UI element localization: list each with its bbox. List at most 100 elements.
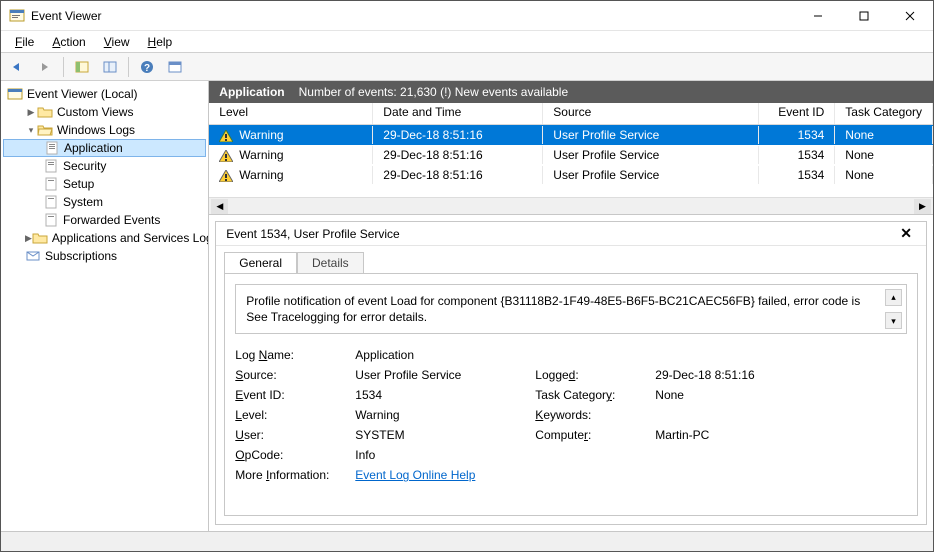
separator bbox=[63, 57, 64, 77]
warning-icon bbox=[219, 150, 233, 162]
label-logname: Log Name: bbox=[235, 348, 355, 362]
event-count: Number of events: 21,630 (!) New events … bbox=[299, 85, 569, 99]
event-properties: Log Name: Application Source: User Profi… bbox=[235, 348, 907, 482]
tree-application[interactable]: Application bbox=[3, 139, 206, 157]
horizontal-scrollbar[interactable]: ◀ ▶ bbox=[209, 197, 933, 214]
menu-file[interactable]: File bbox=[7, 33, 42, 51]
folder-icon bbox=[37, 104, 53, 120]
app-icon bbox=[9, 8, 25, 24]
value-taskcat: None bbox=[655, 388, 835, 402]
tab-general[interactable]: General bbox=[224, 252, 297, 273]
window-title: Event Viewer bbox=[31, 9, 795, 23]
col-eventid[interactable]: Event ID bbox=[759, 103, 835, 124]
log-icon bbox=[43, 194, 59, 210]
minimize-button[interactable] bbox=[795, 1, 841, 30]
grid-header: Level Date and Time Source Event ID Task… bbox=[209, 103, 933, 125]
close-button[interactable] bbox=[887, 1, 933, 30]
tree-setup[interactable]: Setup bbox=[3, 175, 206, 193]
log-icon bbox=[43, 158, 59, 174]
collapse-icon[interactable]: ▾ bbox=[25, 124, 37, 136]
folder-icon bbox=[32, 230, 48, 246]
value-opcode: Info bbox=[355, 448, 535, 462]
event-log-help-link[interactable]: Event Log Online Help bbox=[355, 468, 475, 482]
nav-tree[interactable]: Event Viewer (Local) ▶ Custom Views ▾ Wi… bbox=[1, 81, 209, 531]
tree-subscriptions[interactable]: Subscriptions bbox=[3, 247, 206, 265]
help-button[interactable]: ? bbox=[135, 56, 159, 78]
value-computer: Martin-PC bbox=[655, 428, 835, 442]
value-keywords bbox=[655, 408, 835, 422]
tab-details[interactable]: Details bbox=[297, 252, 364, 273]
tree-custom-views[interactable]: ▶ Custom Views bbox=[3, 103, 206, 121]
event-grid[interactable]: Level Date and Time Source Event ID Task… bbox=[209, 103, 933, 215]
tree-apps-services[interactable]: ▶ Applications and Services Logs bbox=[3, 229, 206, 247]
tree-label: System bbox=[63, 195, 103, 209]
label-opcode: OpCode: bbox=[235, 448, 355, 462]
label-moreinfo: More Information: bbox=[235, 468, 355, 482]
event-message: Profile notification of event Load for c… bbox=[235, 284, 907, 334]
tree-label: Setup bbox=[63, 177, 94, 191]
show-tree-button[interactable] bbox=[70, 56, 94, 78]
label-taskcat: Task Category: bbox=[535, 388, 655, 402]
table-row[interactable]: Warning 29-Dec-18 8:51:16 User Profile S… bbox=[209, 165, 933, 185]
detail-pane: Event 1534, User Profile Service ✕ Gener… bbox=[215, 221, 927, 525]
list-header-bar: Application Number of events: 21,630 (!)… bbox=[209, 81, 933, 103]
menu-view[interactable]: View bbox=[96, 33, 138, 51]
expand-icon[interactable]: ▶ bbox=[25, 106, 37, 118]
value-logged: 29-Dec-18 8:51:16 bbox=[655, 368, 835, 382]
log-icon bbox=[44, 140, 60, 156]
tree-label: Subscriptions bbox=[45, 249, 117, 263]
tree-label: Security bbox=[63, 159, 106, 173]
titlebar: Event Viewer bbox=[1, 1, 933, 31]
forward-button[interactable] bbox=[33, 56, 57, 78]
tree-system[interactable]: System bbox=[3, 193, 206, 211]
scroll-down-icon[interactable]: ▾ bbox=[885, 312, 902, 329]
scroll-up-icon[interactable]: ▴ bbox=[885, 289, 902, 306]
col-source[interactable]: Source bbox=[543, 103, 759, 124]
col-taskcat[interactable]: Task Category bbox=[835, 103, 933, 124]
warning-icon bbox=[219, 170, 233, 182]
properties-button[interactable] bbox=[98, 56, 122, 78]
back-button[interactable] bbox=[5, 56, 29, 78]
log-icon bbox=[43, 212, 59, 228]
table-row[interactable]: Warning 29-Dec-18 8:51:16 User Profile S… bbox=[209, 145, 933, 165]
expand-icon[interactable]: ▶ bbox=[25, 232, 32, 244]
tree-label: Windows Logs bbox=[57, 123, 135, 137]
label-computer: Computer: bbox=[535, 428, 655, 442]
menu-help[interactable]: Help bbox=[140, 33, 181, 51]
tree-label: Application bbox=[64, 141, 123, 155]
label-user: User: bbox=[235, 428, 355, 442]
warning-icon bbox=[219, 130, 233, 142]
value-eventid: 1534 bbox=[355, 388, 535, 402]
label-logged: Logged: bbox=[535, 368, 655, 382]
menu-action[interactable]: Action bbox=[44, 33, 93, 51]
maximize-button[interactable] bbox=[841, 1, 887, 30]
col-datetime[interactable]: Date and Time bbox=[373, 103, 543, 124]
tree-windows-logs[interactable]: ▾ Windows Logs bbox=[3, 121, 206, 139]
toolbar: ? bbox=[1, 53, 933, 81]
tree-security[interactable]: Security bbox=[3, 157, 206, 175]
list-header-title: Application bbox=[219, 85, 284, 99]
subscription-icon bbox=[25, 248, 41, 264]
log-icon bbox=[43, 176, 59, 192]
col-level[interactable]: Level bbox=[209, 103, 373, 124]
scroll-left-icon[interactable]: ◀ bbox=[211, 199, 228, 214]
tree-label: Event Viewer (Local) bbox=[27, 87, 138, 101]
svg-text:?: ? bbox=[144, 63, 150, 74]
value-user: SYSTEM bbox=[355, 428, 535, 442]
tree-root[interactable]: Event Viewer (Local) bbox=[3, 85, 206, 103]
table-row[interactable]: Warning 29-Dec-18 8:51:16 User Profile S… bbox=[209, 125, 933, 145]
detail-close-button[interactable]: ✕ bbox=[896, 225, 916, 242]
label-level: Level: bbox=[235, 408, 355, 422]
scroll-right-icon[interactable]: ▶ bbox=[914, 199, 931, 214]
detail-title: Event 1534, User Profile Service bbox=[226, 227, 399, 241]
value-level: Warning bbox=[355, 408, 535, 422]
eventviewer-icon bbox=[7, 86, 23, 102]
message-scrollbar[interactable]: ▴ ▾ bbox=[885, 289, 902, 329]
tree-label: Custom Views bbox=[57, 105, 133, 119]
label-keywords: Keywords: bbox=[535, 408, 655, 422]
tree-forwarded[interactable]: Forwarded Events bbox=[3, 211, 206, 229]
value-logname: Application bbox=[355, 348, 535, 362]
status-bar bbox=[1, 531, 933, 551]
extra-button[interactable] bbox=[163, 56, 187, 78]
folder-open-icon bbox=[37, 122, 53, 138]
